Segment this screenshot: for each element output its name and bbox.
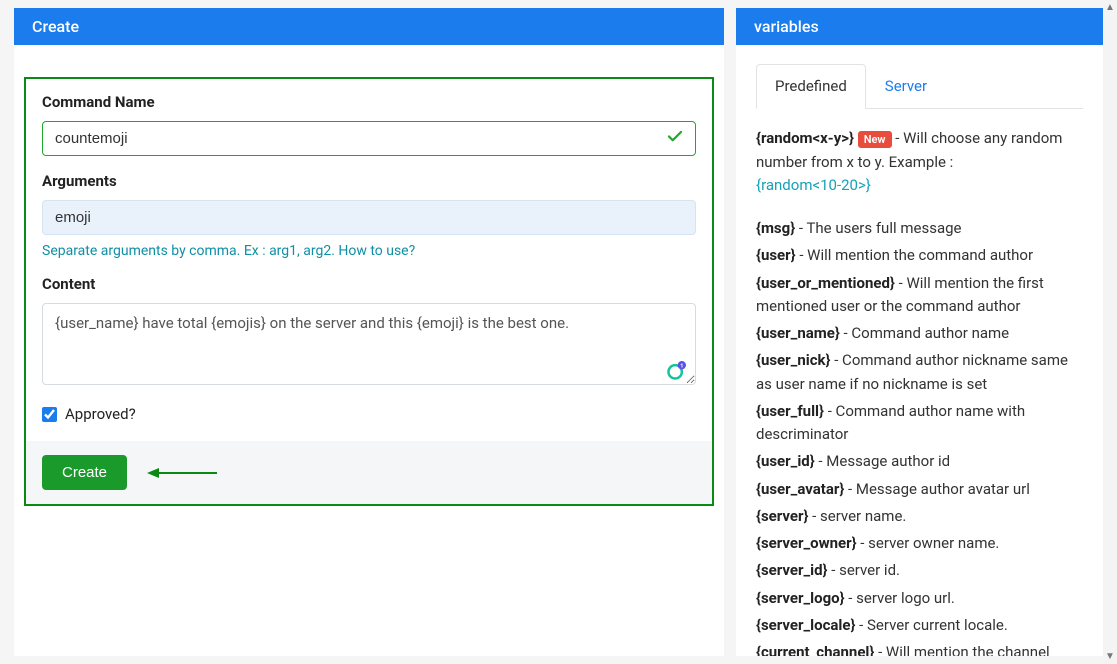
- variable-random: {random<x-y>} New - Will choose any rand…: [756, 127, 1083, 197]
- var-desc: - server id.: [828, 561, 901, 579]
- var-key: {current_channel}: [756, 643, 874, 656]
- tab-server[interactable]: Server: [866, 64, 946, 109]
- arguments-helper: Separate arguments by comma. Ex : arg1, …: [42, 243, 696, 259]
- arguments-input[interactable]: [42, 200, 696, 235]
- random-example-link[interactable]: {random<10-20>}: [756, 176, 871, 194]
- scroll-down-icon[interactable]: ▼: [1105, 651, 1115, 662]
- how-to-use-link[interactable]: How to use?: [338, 243, 415, 259]
- variables-panel: variables Predefined Server {random<x-y>…: [736, 8, 1103, 656]
- var-key: {msg}: [756, 219, 795, 237]
- variable-item: {user} - Will mention the command author: [756, 244, 1083, 267]
- var-desc: - Server current locale.: [855, 616, 1007, 634]
- command-name-input[interactable]: [42, 121, 696, 156]
- create-header: Create: [14, 8, 724, 45]
- approved-checkbox[interactable]: [42, 407, 57, 422]
- var-desc: - Message author id: [815, 452, 950, 470]
- var-desc: - server name.: [808, 507, 906, 525]
- variables-list: {msg} - The users full message {user} - W…: [756, 217, 1083, 656]
- var-desc: - The users full message: [795, 219, 961, 237]
- var-desc: - server owner name.: [857, 534, 1000, 552]
- var-key: {server_owner}: [756, 534, 857, 552]
- svg-text:1: 1: [680, 364, 683, 370]
- var-desc: - Will mention the command author: [796, 246, 1033, 264]
- variable-item: {server_logo} - server logo url.: [756, 587, 1083, 610]
- var-key: {user_full}: [756, 402, 824, 420]
- scroll-up-icon[interactable]: ▲: [1105, 2, 1115, 13]
- form-footer: Create: [26, 441, 712, 504]
- var-key: {user_name}: [756, 324, 840, 342]
- variables-tabs: Predefined Server: [756, 63, 1083, 109]
- variable-item: {server_owner} - server owner name.: [756, 532, 1083, 555]
- variable-item: {server} - server name.: [756, 505, 1083, 528]
- variable-item: {user_name} - Command author name: [756, 322, 1083, 345]
- var-desc: - Command author name: [840, 324, 1009, 342]
- arguments-label: Arguments: [42, 172, 696, 190]
- variable-item: {current_channel} - Will mention the cha…: [756, 641, 1083, 656]
- variable-item: {user_or_mentioned} - Will mention the f…: [756, 272, 1083, 319]
- variable-item: {server_id} - server id.: [756, 559, 1083, 582]
- variable-item: {server_locale} - Server current locale.: [756, 614, 1083, 637]
- approved-label: Approved?: [65, 405, 136, 423]
- create-button[interactable]: Create: [42, 455, 127, 490]
- tab-predefined[interactable]: Predefined: [756, 64, 866, 109]
- approved-row[interactable]: Approved?: [42, 405, 696, 423]
- arguments-helper-text: Separate arguments by comma. Ex : arg1, …: [42, 243, 338, 259]
- variable-item: {user_nick} - Command author nickname sa…: [756, 349, 1083, 396]
- content-textarea[interactable]: [42, 303, 696, 385]
- variable-item: {user_id} - Message author id: [756, 450, 1083, 473]
- create-form: Command Name Arguments Separate argument…: [24, 77, 714, 506]
- var-key: {server}: [756, 507, 808, 525]
- var-key: {user_or_mentioned}: [756, 274, 895, 292]
- variable-item: {msg} - The users full message: [756, 217, 1083, 240]
- var-key: {user}: [756, 246, 796, 264]
- variable-item: {user_full} - Command author name with d…: [756, 400, 1083, 447]
- var-desc: - Message author avatar url: [844, 480, 1030, 498]
- var-key-random: {random<x-y>}: [756, 129, 854, 147]
- var-key: {user_nick}: [756, 351, 830, 369]
- var-key: {user_avatar}: [756, 480, 844, 498]
- grammarly-icon[interactable]: 1: [666, 361, 686, 381]
- variable-item: {user_avatar} - Message author avatar ur…: [756, 478, 1083, 501]
- variables-header: variables: [736, 8, 1103, 45]
- var-key: {user_id}: [756, 452, 815, 470]
- create-panel: Create Command Name Arguments: [14, 8, 724, 656]
- new-badge: New: [858, 131, 892, 148]
- var-key: {server_id}: [756, 561, 828, 579]
- command-name-label: Command Name: [42, 93, 696, 111]
- content-label: Content: [42, 275, 696, 293]
- page-scrollbar[interactable]: ▲ ▼: [1103, 0, 1117, 664]
- var-key: {server_locale}: [756, 616, 855, 634]
- var-desc: - server logo url.: [845, 589, 955, 607]
- annotation-arrow-icon: [147, 466, 217, 480]
- var-key: {server_logo}: [756, 589, 845, 607]
